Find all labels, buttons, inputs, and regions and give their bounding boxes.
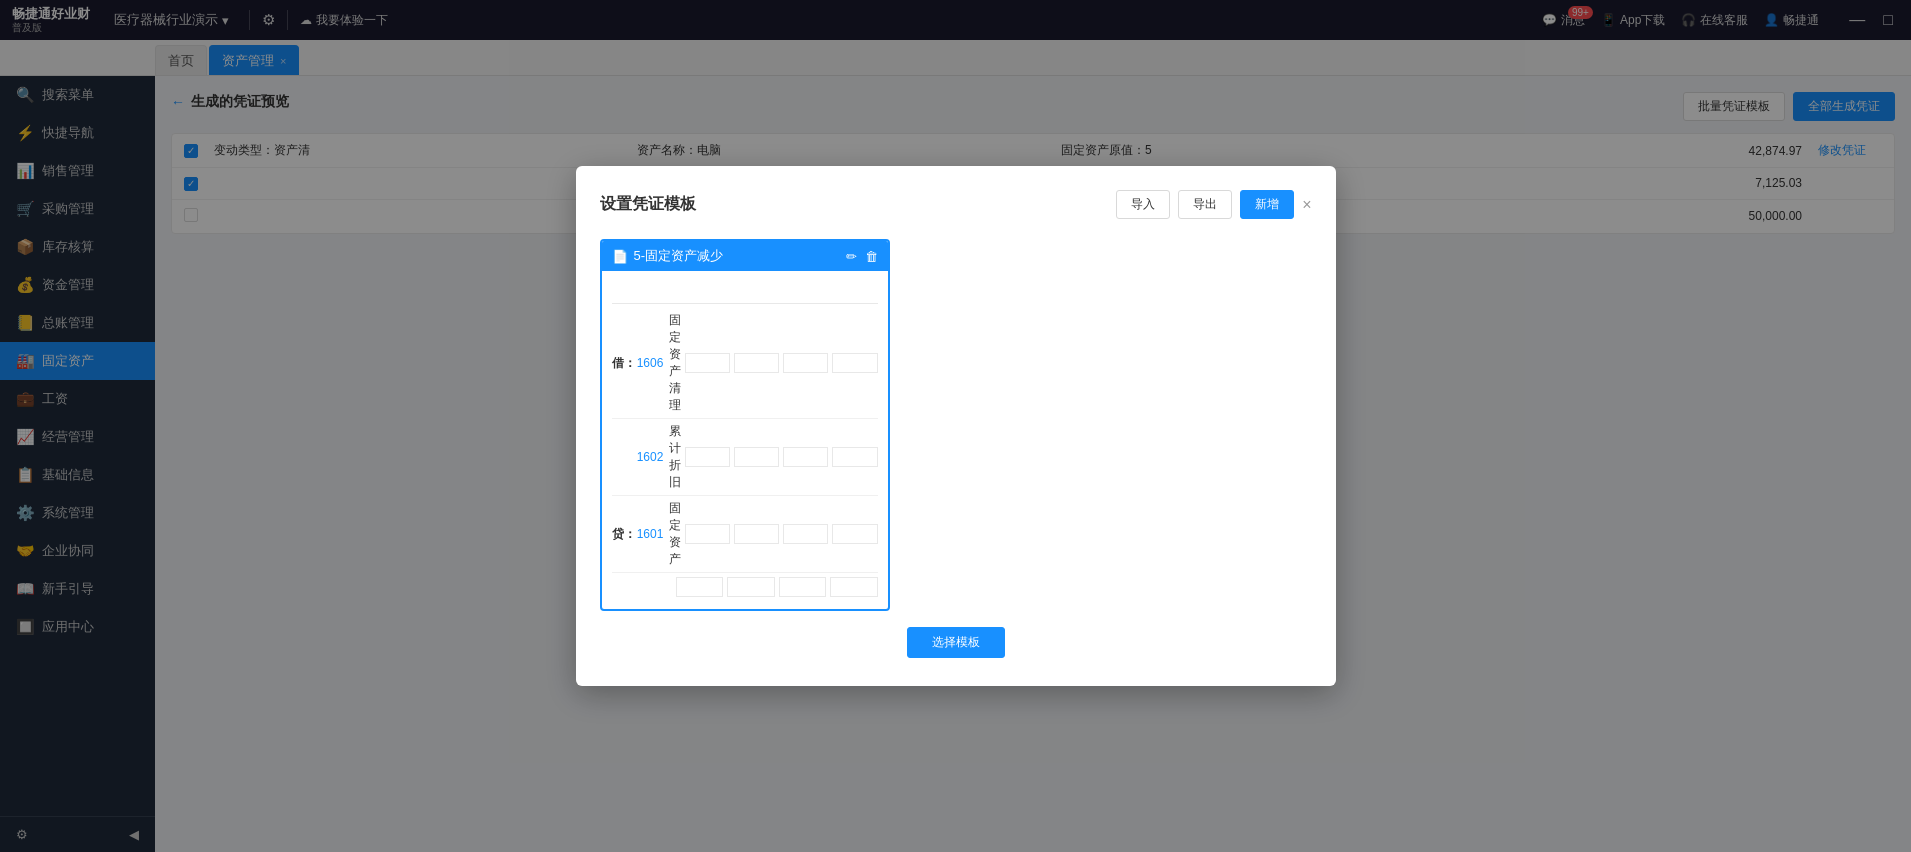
template-entry-1: 借： 1606 固定资产清理 — [612, 308, 878, 419]
entry1-col1 — [685, 353, 730, 373]
modal-actions: 导入 导出 新增 — [1116, 190, 1294, 219]
template-delete-icon[interactable]: 🗑 — [865, 249, 878, 264]
template-edit-icon[interactable]: ✏ — [846, 249, 857, 264]
template-card-header-left: 📄 5-固定资产减少 — [612, 247, 724, 265]
template-doc-icon: 📄 — [612, 249, 628, 264]
entry2-col3 — [783, 447, 828, 467]
entry2-col1 — [685, 447, 730, 467]
entry1-col3 — [783, 353, 828, 373]
modal-close-btn[interactable]: × — [1302, 196, 1311, 214]
col-header-3 — [779, 281, 826, 301]
entry1-direction: 借： — [612, 355, 637, 372]
template-card-body: 借： 1606 固定资产清理 1602 累计折旧 — [602, 271, 888, 609]
template-card-header-actions: ✏ 🗑 — [846, 249, 878, 264]
entry4-col2 — [727, 577, 774, 597]
entry3-direction: 贷： — [612, 526, 637, 543]
modal-title: 设置凭证模板 — [600, 194, 696, 215]
entry4-col4 — [830, 577, 877, 597]
template-card-header: 📄 5-固定资产减少 ✏ 🗑 — [602, 241, 888, 271]
template-card-title: 5-固定资产减少 — [634, 247, 724, 265]
entry1-col4 — [832, 353, 877, 373]
select-btn-container: 选择模板 — [600, 627, 1312, 658]
select-template-btn[interactable]: 选择模板 — [907, 627, 1005, 658]
entry1-code: 1606 — [637, 356, 669, 370]
template-entry-3: 贷： 1601 固定资产 — [612, 496, 878, 573]
entry3-col4 — [832, 524, 877, 544]
entry2-col2 — [734, 447, 779, 467]
entry3-col2 — [734, 524, 779, 544]
entry4-col3 — [779, 577, 826, 597]
entry3-col3 — [783, 524, 828, 544]
entry2-code: 1602 — [637, 450, 669, 464]
col-header-2 — [727, 281, 774, 301]
entry3-code: 1601 — [637, 527, 669, 541]
template-card-1: 📄 5-固定资产减少 ✏ 🗑 — [600, 239, 890, 611]
entry2-name: 累计折旧 — [669, 423, 681, 491]
entry2-col4 — [832, 447, 877, 467]
template-entry-2: 1602 累计折旧 — [612, 419, 878, 496]
entry3-name: 固定资产 — [669, 500, 681, 568]
entry3-col1 — [685, 524, 730, 544]
new-template-btn[interactable]: 新增 — [1240, 190, 1294, 219]
template-list: 📄 5-固定资产减少 ✏ 🗑 — [600, 239, 1312, 611]
entry4-col1 — [676, 577, 723, 597]
export-btn[interactable]: 导出 — [1178, 190, 1232, 219]
import-btn[interactable]: 导入 — [1116, 190, 1170, 219]
voucher-template-modal: 设置凭证模板 导入 导出 新增 × 📄 5-固定资产减少 ✏ 🗑 — [576, 166, 1336, 686]
template-entry-4 — [612, 573, 878, 601]
entry1-name: 固定资产清理 — [669, 312, 681, 414]
modal-header: 设置凭证模板 导入 导出 新增 × — [600, 190, 1312, 219]
col-header-1 — [676, 281, 723, 301]
col-header-4 — [830, 281, 877, 301]
entry1-col2 — [734, 353, 779, 373]
